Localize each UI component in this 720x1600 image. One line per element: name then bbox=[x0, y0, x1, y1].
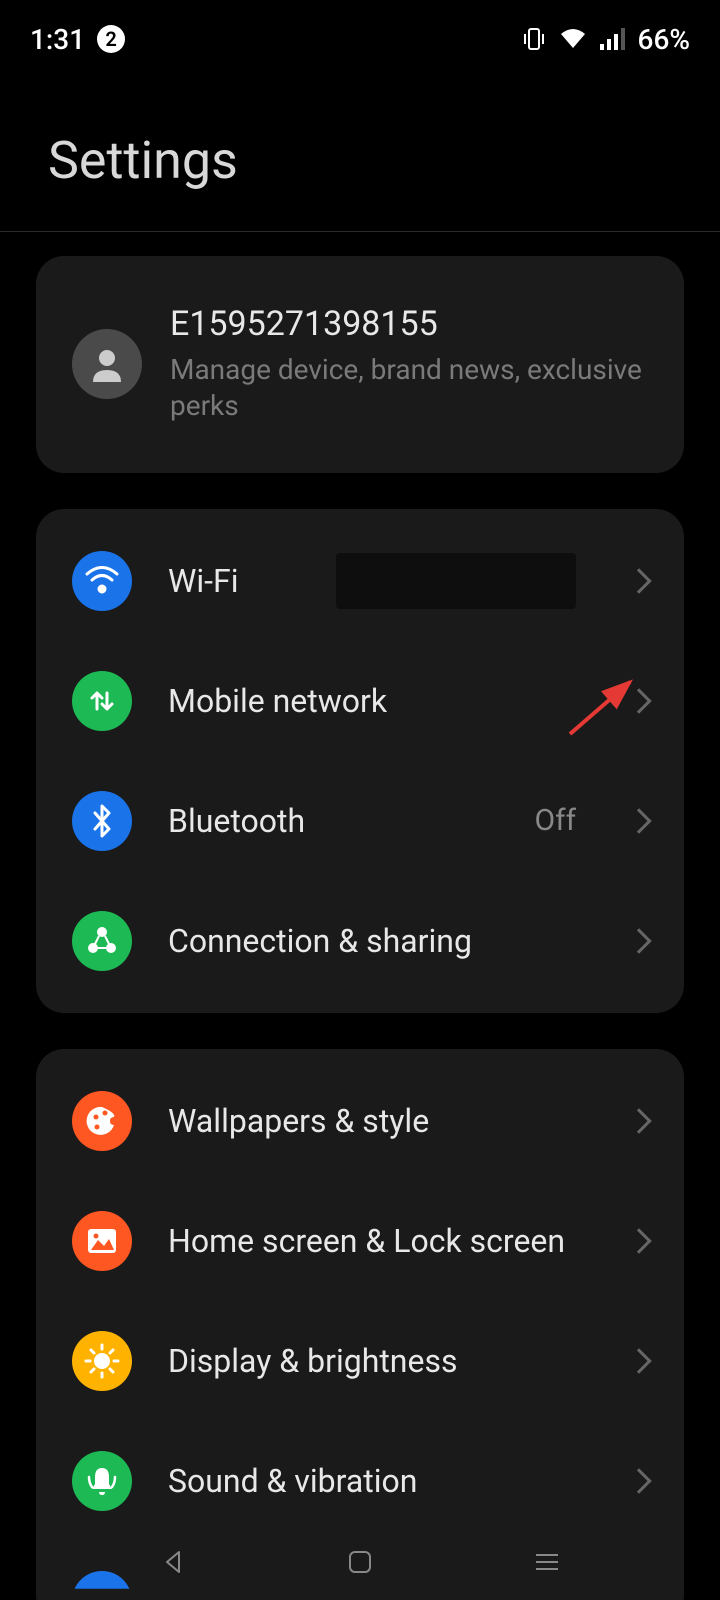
bluetooth-icon bbox=[72, 791, 132, 851]
personalization-group: Wallpapers & style Home screen & Lock sc… bbox=[36, 1049, 684, 1600]
status-bar: 1:31 2 66% bbox=[0, 0, 720, 70]
chevron-right-icon bbox=[626, 568, 651, 593]
display-label: Display & brightness bbox=[168, 1342, 594, 1380]
wifi-icon bbox=[72, 551, 132, 611]
account-subtitle: Manage device, brand news, exclusive per… bbox=[170, 352, 648, 425]
wallpapers-label: Wallpapers & style bbox=[168, 1102, 594, 1140]
sound-label: Sound & vibration bbox=[168, 1462, 594, 1500]
bluetooth-label: Bluetooth bbox=[168, 802, 499, 840]
connection-sharing-row[interactable]: Connection & sharing bbox=[36, 881, 684, 1001]
chevron-right-icon bbox=[626, 1228, 651, 1253]
share-icon bbox=[72, 911, 132, 971]
back-button[interactable] bbox=[153, 1542, 193, 1582]
mobile-network-label: Mobile network bbox=[168, 682, 594, 720]
notification-count-badge: 2 bbox=[97, 25, 125, 53]
bell-icon bbox=[72, 1451, 132, 1511]
wallpapers-row[interactable]: Wallpapers & style bbox=[36, 1061, 684, 1181]
vibrate-icon bbox=[522, 26, 546, 52]
bluetooth-value: Off bbox=[535, 803, 577, 838]
chevron-right-icon bbox=[626, 1348, 651, 1373]
display-row[interactable]: Display & brightness bbox=[36, 1301, 684, 1421]
system-nav-bar bbox=[0, 1524, 720, 1600]
connection-sharing-label: Connection & sharing bbox=[168, 922, 594, 960]
wifi-value-redacted bbox=[336, 553, 576, 609]
wifi-label: Wi-Fi bbox=[168, 562, 300, 600]
wifi-status-icon bbox=[558, 27, 588, 51]
chevron-right-icon bbox=[626, 928, 651, 953]
mobile-data-icon bbox=[72, 671, 132, 731]
sun-icon bbox=[72, 1331, 132, 1391]
connectivity-group: Wi-Fi Mobile network Bluetooth Off Conne… bbox=[36, 509, 684, 1013]
chevron-right-icon bbox=[626, 808, 651, 833]
clock: 1:31 bbox=[30, 23, 85, 56]
settings-list: E1595271398155 Manage device, brand news… bbox=[0, 232, 720, 1600]
account-name: E1595271398155 bbox=[170, 304, 648, 344]
status-left: 1:31 2 bbox=[30, 23, 125, 56]
chevron-right-icon bbox=[626, 1468, 651, 1493]
home-lock-label: Home screen & Lock screen bbox=[168, 1222, 594, 1260]
home-lock-row[interactable]: Home screen & Lock screen bbox=[36, 1181, 684, 1301]
chevron-right-icon bbox=[626, 688, 651, 713]
palette-icon bbox=[72, 1091, 132, 1151]
image-icon bbox=[72, 1211, 132, 1271]
battery-percent: 66% bbox=[638, 23, 690, 56]
signal-icon bbox=[600, 28, 626, 50]
wifi-row[interactable]: Wi-Fi bbox=[36, 521, 684, 641]
account-card[interactable]: E1595271398155 Manage device, brand news… bbox=[36, 256, 684, 473]
chevron-right-icon bbox=[626, 1108, 651, 1133]
status-right: 66% bbox=[522, 23, 690, 56]
sound-row[interactable]: Sound & vibration bbox=[36, 1421, 684, 1541]
settings-header: Settings bbox=[0, 70, 720, 231]
mobile-network-row[interactable]: Mobile network bbox=[36, 641, 684, 761]
page-title: Settings bbox=[48, 130, 672, 191]
avatar bbox=[72, 329, 142, 399]
bluetooth-row[interactable]: Bluetooth Off bbox=[36, 761, 684, 881]
home-button[interactable] bbox=[340, 1542, 380, 1582]
recents-button[interactable] bbox=[527, 1542, 567, 1582]
